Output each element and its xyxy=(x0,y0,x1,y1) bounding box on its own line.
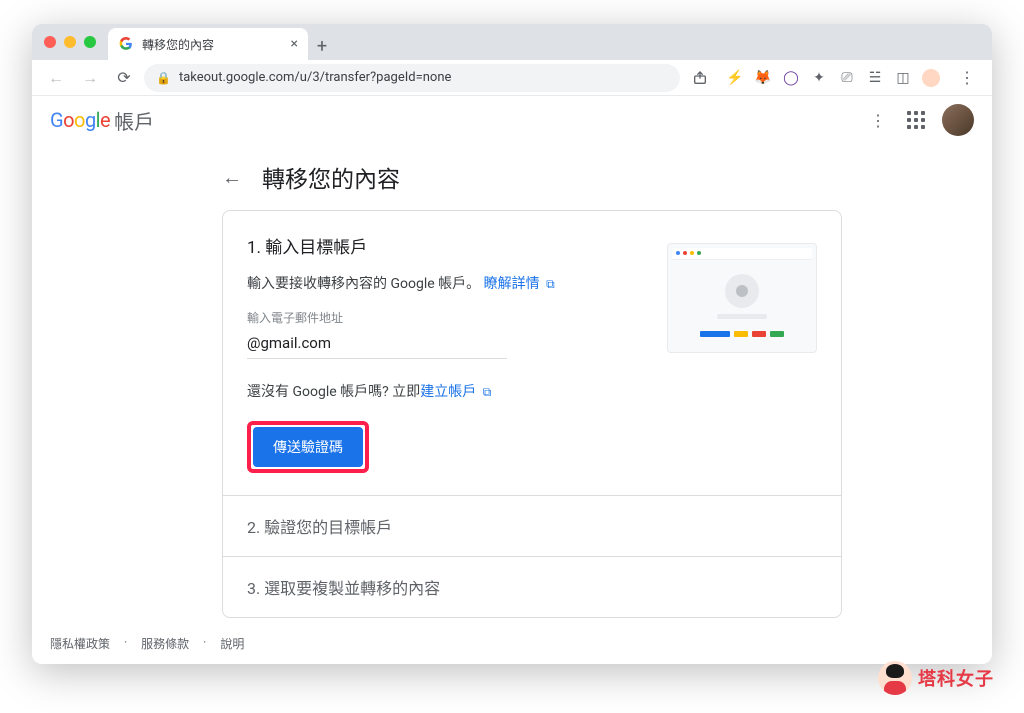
toolbar: ← → ⟳ 🔒 takeout.google.com/u/3/transfer?… xyxy=(32,60,992,96)
tab-strip: 轉移您的內容 × + xyxy=(32,24,992,60)
learn-more-link[interactable]: 瞭解詳情 xyxy=(484,276,540,292)
maximize-window-button[interactable] xyxy=(84,36,96,48)
create-account-link[interactable]: 建立帳戶 xyxy=(420,384,476,400)
share-button[interactable] xyxy=(686,64,714,92)
profile-avatar-icon[interactable] xyxy=(922,69,940,87)
account-avatar[interactable] xyxy=(942,104,974,136)
close-tab-icon[interactable]: × xyxy=(291,36,298,52)
minimize-window-button[interactable] xyxy=(64,36,76,48)
external-link-icon: ⧉ xyxy=(483,385,492,399)
watermark: 塔科女子 xyxy=(878,661,994,695)
page-title-row: ← 轉移您的內容 xyxy=(32,144,992,210)
extension-icon[interactable]: ⚡ xyxy=(726,69,744,87)
close-window-button[interactable] xyxy=(44,36,56,48)
create-account-row: 還沒有 Google 帳戶嗎? 立即建立帳戶 ⧉ xyxy=(247,381,627,401)
step-2-section[interactable]: 2. 驗證您的目標帳戶 xyxy=(223,496,841,557)
send-code-button[interactable]: 傳送驗證碼 xyxy=(253,427,363,467)
transfer-card: 1. 輸入目標帳戶 輸入要接收轉移內容的 Google 帳戶。 瞭解詳情 ⧉ 輸… xyxy=(222,210,842,618)
separator: · xyxy=(124,635,127,652)
lock-icon: 🔒 xyxy=(156,71,171,85)
address-bar[interactable]: 🔒 takeout.google.com/u/3/transfer?pageId… xyxy=(144,64,680,92)
side-panel-icon[interactable]: ◫ xyxy=(894,69,912,87)
extensions-icon[interactable]: ✦ xyxy=(810,69,828,87)
external-link-icon: ⧉ xyxy=(546,277,555,291)
help-link[interactable]: 說明 xyxy=(220,635,244,652)
browser-menu-button[interactable]: ⋮ xyxy=(952,68,982,87)
back-arrow-icon[interactable]: ← xyxy=(222,165,242,190)
cast-icon[interactable]: ⎚ xyxy=(838,69,856,87)
watermark-avatar-icon xyxy=(878,661,912,695)
account-label: 帳戶 xyxy=(114,106,154,135)
step-1-title: 1. 輸入目標帳戶 xyxy=(247,233,627,258)
footer-links: 隱私權政策 · 服務條款 · 說明 xyxy=(50,635,244,652)
back-button[interactable]: ← xyxy=(42,64,70,92)
new-tab-button[interactable]: + xyxy=(308,32,336,60)
step-1-description: 輸入要接收轉移內容的 Google 帳戶。 瞭解詳情 ⧉ xyxy=(247,274,627,295)
url-text: takeout.google.com/u/3/transfer?pageId=n… xyxy=(179,70,451,85)
extension-icon[interactable]: ◯ xyxy=(782,69,800,87)
window-controls xyxy=(44,36,96,48)
extension-icon[interactable]: 🦊 xyxy=(754,69,772,87)
email-input[interactable] xyxy=(247,328,507,359)
google-apps-icon[interactable] xyxy=(904,108,928,132)
terms-link[interactable]: 服務條款 xyxy=(141,635,189,652)
reading-list-icon[interactable]: ☱ xyxy=(866,69,884,87)
browser-tab[interactable]: 轉移您的內容 × xyxy=(108,28,308,60)
browser-window: 轉移您的內容 × + ← → ⟳ 🔒 takeout.google.com/u/… xyxy=(32,24,992,664)
separator: · xyxy=(203,635,206,652)
app-header: Google 帳戶 ⋮ xyxy=(32,96,992,144)
extension-icons: ⚡ 🦊 ◯ ✦ ⎚ ☱ ◫ xyxy=(720,69,946,87)
send-button-highlight: 傳送驗證碼 xyxy=(247,421,369,473)
account-illustration xyxy=(647,233,817,363)
watermark-text: 塔科女子 xyxy=(918,665,994,691)
privacy-link[interactable]: 隱私權政策 xyxy=(50,635,110,652)
more-options-icon[interactable]: ⋮ xyxy=(866,108,890,132)
forward-button[interactable]: → xyxy=(76,64,104,92)
page-content: Google 帳戶 ⋮ ← 轉移您的內容 1. 輸入目標帳戶 xyxy=(32,96,992,664)
reload-button[interactable]: ⟳ xyxy=(110,64,138,92)
google-logo[interactable]: Google xyxy=(50,108,110,132)
step-1-section: 1. 輸入目標帳戶 輸入要接收轉移內容的 Google 帳戶。 瞭解詳情 ⧉ 輸… xyxy=(223,211,841,496)
page-title: 轉移您的內容 xyxy=(262,160,400,194)
google-favicon-icon xyxy=(118,36,134,52)
tab-title: 轉移您的內容 xyxy=(142,36,214,53)
step-3-section[interactable]: 3. 選取要複製並轉移的內容 xyxy=(223,557,841,617)
email-input-label: 輸入電子郵件地址 xyxy=(247,309,627,326)
